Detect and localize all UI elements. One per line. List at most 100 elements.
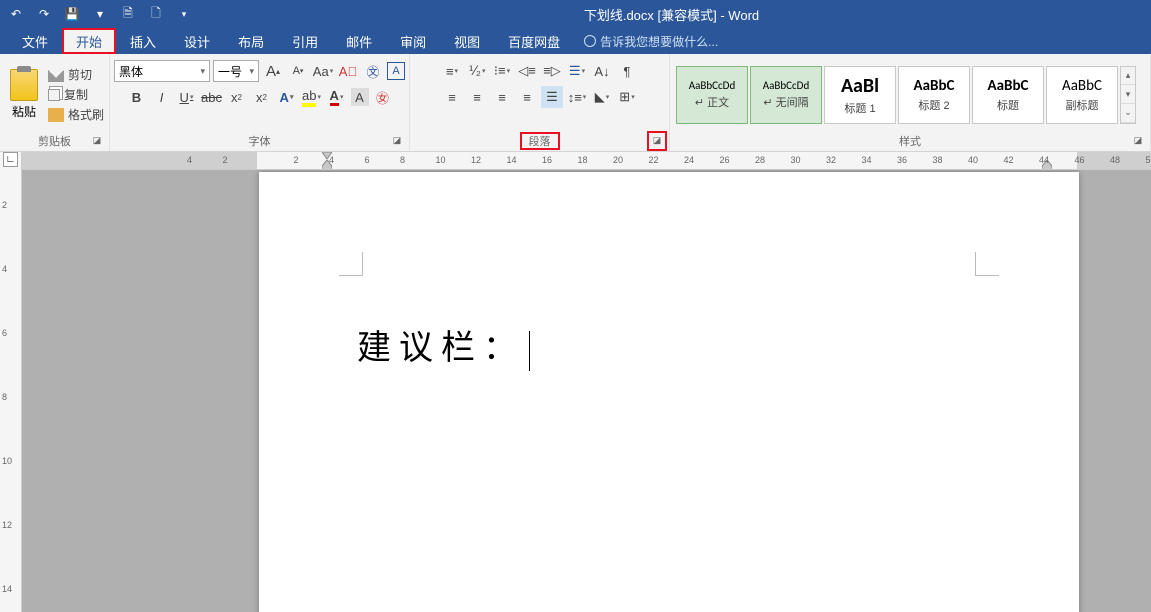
line-spacing-button[interactable]: ↕≡▾ (566, 86, 588, 108)
font-group-label: 字体 ◪ (114, 133, 405, 151)
tab-view[interactable]: 视图 (440, 28, 494, 54)
cut-icon (48, 68, 64, 82)
bullets-button[interactable]: ≡▾ (441, 60, 463, 82)
horizontal-ruler[interactable]: 4224681012141618202224262830323436384042… (22, 152, 1151, 170)
bulb-icon (584, 35, 596, 47)
copy-button[interactable]: 复制 (48, 86, 104, 103)
numbering-button[interactable]: ⅟₂▾ (466, 60, 488, 82)
style-tile-2[interactable]: AaBl标题 1 (824, 66, 896, 124)
styles-launcher[interactable]: ◪ (1132, 135, 1144, 147)
quick-access-toolbar: ↶ ↷ 💾 ▾ 🗎 🗋 ▾ (4, 2, 196, 26)
shrink-font-button[interactable]: A▾ (287, 60, 309, 82)
clear-format-button[interactable]: A⃠ (337, 60, 359, 82)
tab-mail[interactable]: 邮件 (332, 28, 386, 54)
bold-button[interactable]: B (126, 86, 148, 108)
print-preview-button[interactable]: 🗎 (116, 2, 140, 26)
workspace: ∟ 2468101214 422468101214161820222426283… (0, 152, 1151, 612)
title-bar: ↶ ↷ 💾 ▾ 🗎 🗋 ▾ 下划线.docx [兼容模式] - Word (0, 0, 1151, 28)
clipboard-group-label: 剪贴板 ◪ (4, 133, 105, 151)
text-effects-button[interactable]: A▾ (276, 86, 298, 108)
paste-label: 粘贴 (12, 103, 36, 120)
subscript-button[interactable]: x2 (226, 86, 248, 108)
align-right-button[interactable]: ≡ (491, 86, 513, 108)
paragraph-group-label: 段落 ◪ (414, 133, 665, 151)
brush-icon (48, 108, 64, 122)
group-styles: AaBbCcDd↵ 正文AaBbCcDd↵ 无间隔AaBl标题 1AaBbC标题… (670, 54, 1151, 151)
document-text[interactable]: 建议栏： (357, 320, 530, 371)
distribute-button[interactable]: ☰ (541, 86, 563, 108)
ribbon-tabs: 文件 开始 插入 设计 布局 引用 邮件 审阅 视图 百度网盘 告诉我您想要做什… (0, 28, 1151, 54)
group-clipboard: 粘贴 剪切 复制 格式刷 剪贴板 ◪ (0, 54, 110, 151)
tab-references[interactable]: 引用 (278, 28, 332, 54)
highlight-button[interactable]: ab▾ (301, 86, 323, 108)
grow-font-button[interactable]: A▴ (262, 60, 284, 82)
styles-scroll[interactable]: ▴▾⌄ (1120, 66, 1136, 124)
tab-baidu[interactable]: 百度网盘 (494, 28, 574, 54)
text-cursor (529, 331, 530, 371)
char-shading-button[interactable]: A (351, 88, 369, 106)
copy-icon (48, 89, 60, 101)
font-size-combo[interactable]: 一号▾ (213, 60, 259, 82)
style-tile-1[interactable]: AaBbCcDd↵ 无间隔 (750, 66, 822, 124)
show-marks-button[interactable]: ¶ (616, 60, 638, 82)
underline-button[interactable]: U▾ (176, 86, 198, 108)
clipboard-launcher[interactable]: ◪ (91, 135, 103, 147)
ribbon: 粘贴 剪切 复制 格式刷 剪贴板 ◪ 黑体▾ 一号▾ A▴ A▾ Aa▾ A⃠ … (0, 54, 1151, 152)
document-scroll-area[interactable]: 建议栏： (22, 170, 1151, 612)
tab-insert[interactable]: 插入 (116, 28, 170, 54)
align-center-button[interactable]: ≡ (466, 86, 488, 108)
char-border-button[interactable]: A (387, 62, 405, 80)
paste-button[interactable]: 粘贴 (4, 69, 44, 120)
tab-file[interactable]: 文件 (8, 28, 62, 54)
redo-button[interactable]: ↷ (32, 2, 56, 26)
style-tile-4[interactable]: AaBbC标题 (972, 66, 1044, 124)
align-left-button[interactable]: ≡ (441, 86, 463, 108)
save-button[interactable]: 💾 (60, 2, 84, 26)
style-tile-5[interactable]: AaBbC副标题 (1046, 66, 1118, 124)
margin-mark-tl (339, 252, 363, 276)
document-page[interactable]: 建议栏： (259, 172, 1079, 612)
change-case-button[interactable]: Aa▾ (312, 60, 334, 82)
sort-button[interactable]: A↓ (591, 60, 613, 82)
shading-button[interactable]: ◣▾ (591, 86, 613, 108)
group-paragraph: ≡▾ ⅟₂▾ ⁝≡▾ ◁≡ ≡▷ ☰▾ A↓ ¶ ≡ ≡ ≡ ≡ ☰ ↕≡▾ ◣… (410, 54, 670, 151)
tab-review[interactable]: 审阅 (386, 28, 440, 54)
font-name-combo[interactable]: 黑体▾ (114, 60, 210, 82)
paragraph-launcher[interactable]: ◪ (651, 135, 663, 147)
tell-me-search[interactable]: 告诉我您想要做什么... (584, 28, 718, 54)
new-doc-button[interactable]: 🗋 (144, 2, 168, 26)
tab-selector[interactable]: ∟ (3, 152, 18, 167)
qat-more-button[interactable]: ▾ (172, 2, 196, 26)
save-dropdown[interactable]: ▾ (88, 2, 112, 26)
undo-button[interactable]: ↶ (4, 2, 28, 26)
styles-up[interactable]: ▴ (1121, 67, 1135, 86)
styles-group-label: 样式 ◪ (674, 133, 1146, 151)
increase-indent-button[interactable]: ≡▷ (541, 60, 563, 82)
vertical-ruler[interactable]: ∟ 2468101214 (0, 152, 22, 612)
tell-me-placeholder: 告诉我您想要做什么... (600, 33, 718, 50)
styles-more[interactable]: ⌄ (1121, 104, 1135, 123)
font-color-button[interactable]: A▾ (326, 86, 348, 108)
style-tile-0[interactable]: AaBbCcDd↵ 正文 (676, 66, 748, 124)
group-font: 黑体▾ 一号▾ A▴ A▾ Aa▾ A⃠ ㉆ A B I U▾ abc x2 x… (110, 54, 410, 151)
italic-button[interactable]: I (151, 86, 173, 108)
cut-button[interactable]: 剪切 (48, 66, 104, 83)
tab-layout[interactable]: 布局 (224, 28, 278, 54)
tab-home[interactable]: 开始 (62, 28, 116, 54)
phonetic-guide-button[interactable]: ㉆ (362, 60, 384, 82)
tab-design[interactable]: 设计 (170, 28, 224, 54)
format-painter-button[interactable]: 格式刷 (48, 106, 104, 123)
decrease-indent-button[interactable]: ◁≡ (516, 60, 538, 82)
asian-layout-button[interactable]: ☰▾ (566, 60, 588, 82)
strike-button[interactable]: abc (201, 86, 223, 108)
styles-down[interactable]: ▾ (1121, 85, 1135, 104)
style-tile-3[interactable]: AaBbC标题 2 (898, 66, 970, 124)
multilevel-button[interactable]: ⁝≡▾ (491, 60, 513, 82)
superscript-button[interactable]: x2 (251, 86, 273, 108)
paste-icon (10, 69, 38, 101)
justify-button[interactable]: ≡ (516, 86, 538, 108)
margin-mark-tr (975, 252, 999, 276)
borders-button[interactable]: ⊞▾ (616, 86, 638, 108)
enclose-char-button[interactable]: ㊛ (372, 86, 394, 108)
font-launcher[interactable]: ◪ (391, 135, 403, 147)
